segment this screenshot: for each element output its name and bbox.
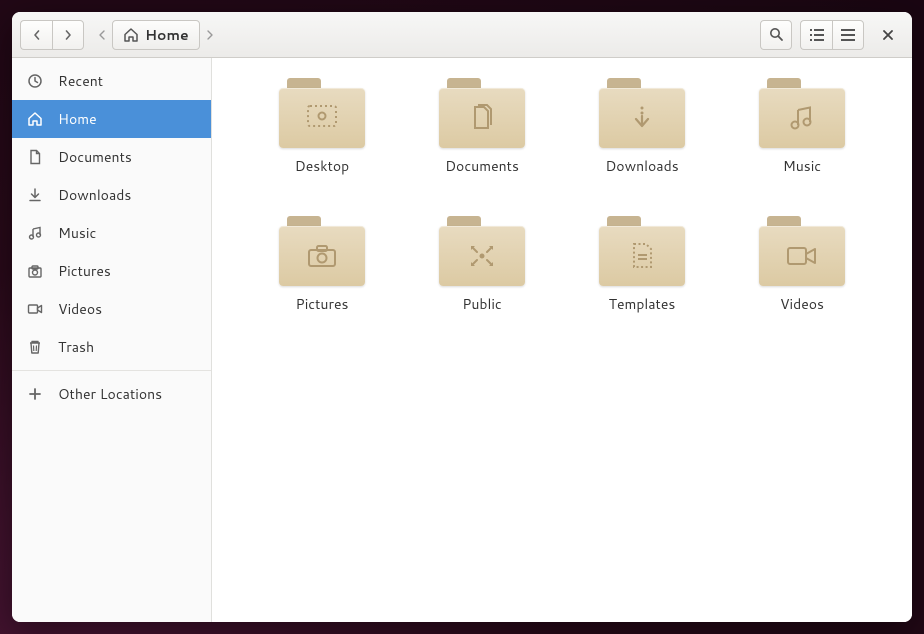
path-next-icon[interactable] bbox=[200, 20, 220, 50]
search-button[interactable] bbox=[760, 20, 792, 50]
titlebar: Home bbox=[12, 12, 912, 58]
path-current-label: Home bbox=[145, 25, 189, 45]
nav-buttons bbox=[20, 20, 84, 50]
folder-icon bbox=[279, 78, 365, 148]
folder-public[interactable]: Public bbox=[402, 216, 562, 314]
folder-icon bbox=[439, 216, 525, 286]
home-icon bbox=[123, 27, 139, 43]
folder-label: Documents bbox=[445, 156, 519, 176]
folder-videos[interactable]: Videos bbox=[722, 216, 882, 314]
chevron-left-icon bbox=[32, 30, 42, 40]
sidebar-item-downloads[interactable]: Downloads bbox=[12, 176, 211, 214]
window-body: Recent Home Documents Downloads bbox=[12, 58, 912, 622]
list-view-button[interactable] bbox=[800, 20, 832, 50]
path-prev-icon[interactable] bbox=[92, 20, 112, 50]
folder-label: Templates bbox=[609, 294, 676, 314]
folder-icon bbox=[599, 78, 685, 148]
sidebar-item-documents[interactable]: Documents bbox=[12, 138, 211, 176]
close-button[interactable] bbox=[872, 20, 904, 50]
sidebar-item-label: Other Locations bbox=[58, 384, 162, 404]
document-icon bbox=[26, 149, 44, 165]
folder-grid: Desktop Documents bbox=[242, 78, 882, 314]
clock-icon bbox=[26, 73, 44, 89]
sidebar-item-recent[interactable]: Recent bbox=[12, 62, 211, 100]
folder-desktop[interactable]: Desktop bbox=[242, 78, 402, 176]
plus-icon bbox=[26, 387, 44, 401]
sidebar: Recent Home Documents Downloads bbox=[12, 58, 212, 622]
back-button[interactable] bbox=[20, 20, 52, 50]
picture-icon bbox=[26, 263, 44, 279]
folder-icon bbox=[759, 216, 845, 286]
hamburger-menu-button[interactable] bbox=[832, 20, 864, 50]
folder-label: Downloads bbox=[605, 156, 678, 176]
sidebar-item-label: Pictures bbox=[58, 261, 111, 281]
sidebar-item-label: Documents bbox=[58, 147, 132, 167]
search-icon bbox=[769, 27, 784, 42]
sidebar-item-label: Home bbox=[58, 109, 97, 129]
folder-label: Public bbox=[462, 294, 502, 314]
sidebar-item-pictures[interactable]: Pictures bbox=[12, 252, 211, 290]
music-icon bbox=[26, 225, 44, 241]
folder-label: Videos bbox=[780, 294, 824, 314]
sidebar-item-home[interactable]: Home bbox=[12, 100, 211, 138]
sidebar-item-label: Trash bbox=[58, 337, 94, 357]
close-icon bbox=[882, 29, 894, 41]
folder-icon bbox=[599, 216, 685, 286]
content-area[interactable]: Desktop Documents bbox=[212, 58, 912, 622]
sidebar-item-label: Music bbox=[58, 223, 96, 243]
folder-icon bbox=[279, 216, 365, 286]
folder-documents[interactable]: Documents bbox=[402, 78, 562, 176]
sidebar-item-videos[interactable]: Videos bbox=[12, 290, 211, 328]
folder-templates[interactable]: Templates bbox=[562, 216, 722, 314]
trash-icon bbox=[26, 339, 44, 355]
folder-downloads[interactable]: Downloads bbox=[562, 78, 722, 176]
sidebar-item-other-locations[interactable]: Other Locations bbox=[12, 375, 211, 413]
folder-music[interactable]: Music bbox=[722, 78, 882, 176]
pathbar: Home bbox=[92, 20, 220, 50]
sidebar-item-music[interactable]: Music bbox=[12, 214, 211, 252]
view-buttons bbox=[800, 20, 864, 50]
home-icon bbox=[26, 111, 44, 127]
path-current-button[interactable]: Home bbox=[112, 20, 200, 50]
video-icon bbox=[26, 301, 44, 317]
hamburger-icon bbox=[841, 29, 855, 41]
chevron-right-icon bbox=[63, 30, 73, 40]
download-icon bbox=[26, 187, 44, 203]
sidebar-item-label: Recent bbox=[58, 71, 103, 91]
folder-label: Music bbox=[783, 156, 821, 176]
file-manager-window: Home bbox=[12, 12, 912, 622]
sidebar-item-label: Videos bbox=[58, 299, 102, 319]
sidebar-item-label: Downloads bbox=[58, 185, 131, 205]
sidebar-separator bbox=[12, 370, 211, 371]
forward-button[interactable] bbox=[52, 20, 84, 50]
folder-icon bbox=[759, 78, 845, 148]
folder-label: Pictures bbox=[296, 294, 349, 314]
folder-pictures[interactable]: Pictures bbox=[242, 216, 402, 314]
folder-icon bbox=[439, 78, 525, 148]
sidebar-item-trash[interactable]: Trash bbox=[12, 328, 211, 366]
folder-label: Desktop bbox=[295, 156, 349, 176]
list-view-icon bbox=[810, 29, 824, 41]
